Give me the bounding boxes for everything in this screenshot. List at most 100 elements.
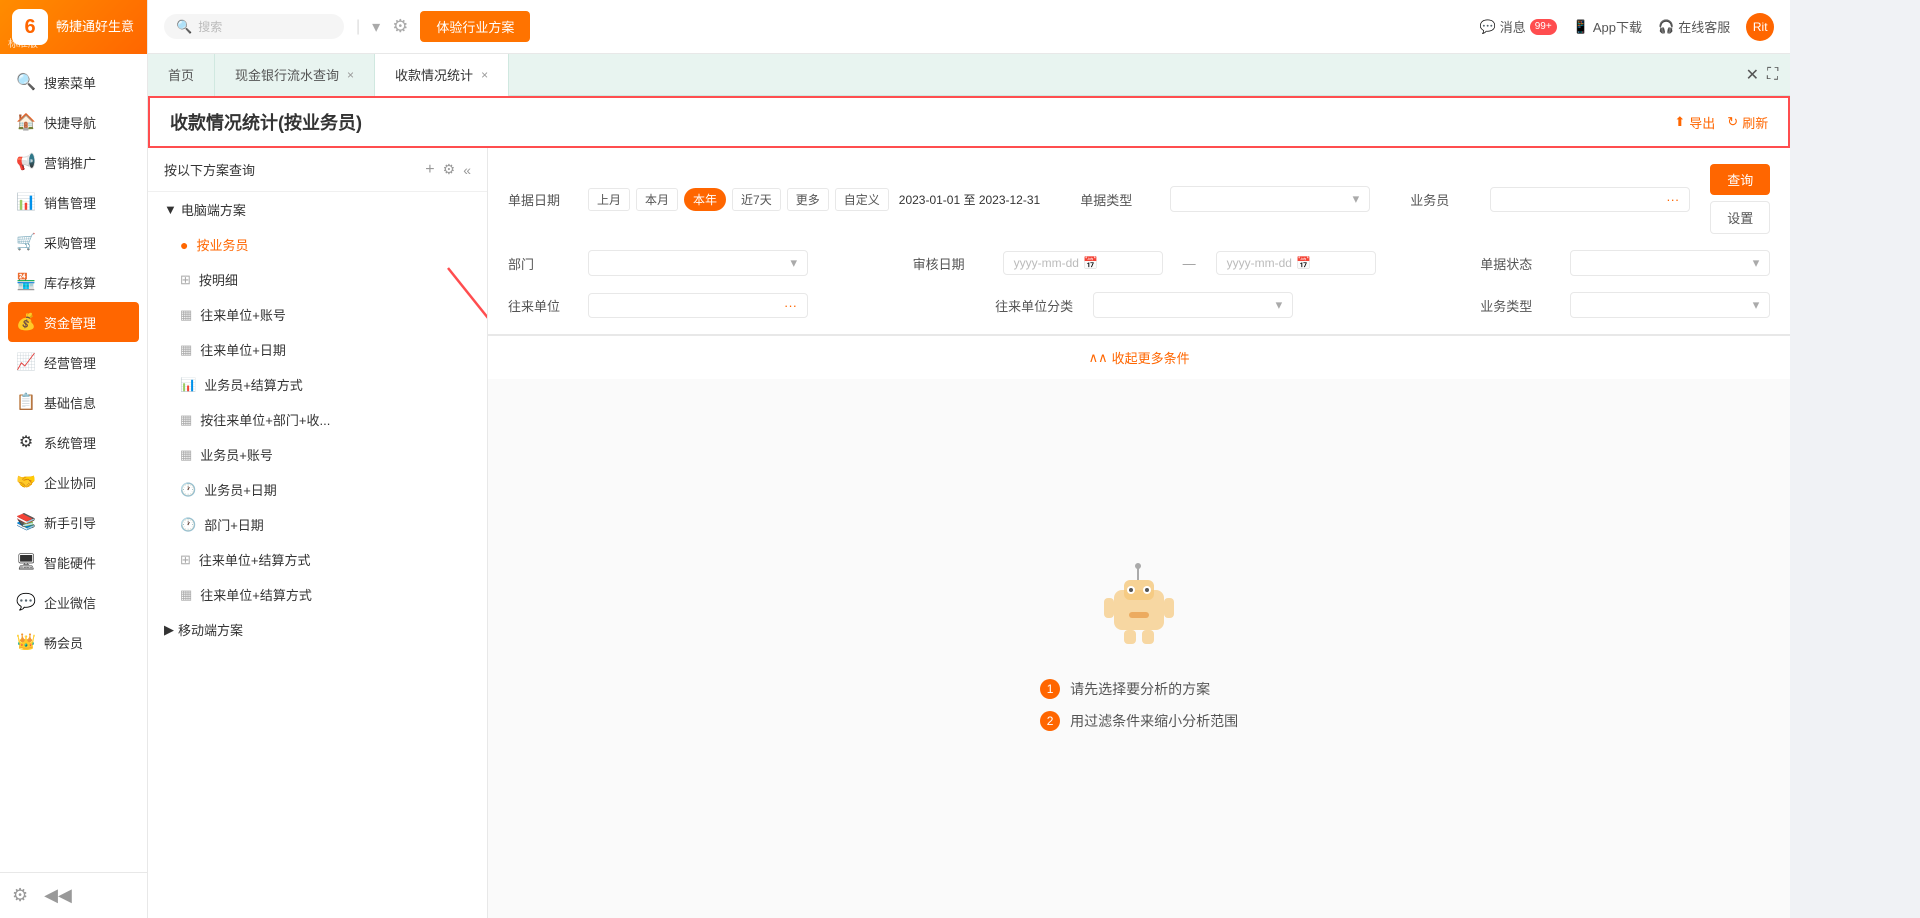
scheme-partner-settle2-label: 往来单位+结算方式	[200, 585, 312, 604]
sidebar-bottom: ⚙ ◀◀	[0, 872, 147, 918]
scheme-item-partner-account[interactable]: ▦ 往来单位+账号	[148, 297, 487, 332]
doc-type-select[interactable]: ▾	[1170, 186, 1370, 212]
tab-collection-stats-close[interactable]: ×	[481, 68, 488, 82]
collapse-sidebar-icon[interactable]: ◀◀	[44, 885, 72, 906]
step-2-num: 2	[1040, 711, 1060, 731]
sidebar-item-sales[interactable]: 📊 销售管理	[0, 182, 147, 222]
tab-collection-stats[interactable]: 收款情况统计 ×	[375, 54, 509, 96]
maximize-tab-icon[interactable]: ⛶	[1767, 66, 1778, 84]
mobile-section[interactable]: ▶ 移动端方案	[148, 612, 487, 647]
mobile-expand-icon: ▶	[164, 622, 174, 638]
sidebar-item-member[interactable]: 👑 畅会员	[0, 622, 147, 662]
biz-type-filter-label: 业务类型	[1480, 296, 1550, 315]
tab-home-label: 首页	[168, 65, 194, 84]
marketing-nav-icon: 📢	[16, 152, 36, 172]
add-scheme-icon[interactable]: +	[425, 161, 434, 179]
detail-icon: ⊞	[180, 272, 191, 288]
service-label: 在线客服	[1678, 17, 1730, 36]
topbar-divider: |	[356, 18, 360, 36]
query-button[interactable]: 查询	[1710, 164, 1770, 195]
scheme-item-salesperson-date[interactable]: 🕐 业务员+日期	[148, 472, 487, 507]
tab-bank-flow[interactable]: 现金银行流水查询 ×	[215, 54, 375, 96]
partner-select[interactable]: ···	[588, 293, 808, 318]
service-icon: 🎧	[1658, 19, 1674, 35]
messages-button[interactable]: 💬 消息 99+	[1480, 17, 1557, 36]
sidebar-item-collab[interactable]: 🤝 企业协同	[0, 462, 147, 502]
doc-status-select[interactable]: ▾	[1570, 250, 1770, 276]
partner-account-icon: ▦	[180, 307, 192, 323]
salesperson-dots[interactable]: ···	[1666, 192, 1679, 207]
logo-text: 畅捷通好生意	[56, 19, 134, 35]
guide-nav-icon: 📚	[16, 512, 36, 532]
sidebar-item-finance[interactable]: 💰 资金管理	[8, 302, 139, 342]
refresh-button[interactable]: ↻ 刷新	[1727, 113, 1768, 132]
system-nav-icon: ⚙	[16, 432, 36, 452]
main-content: 🔍 搜索 | ▾ ⚙ 体验行业方案 💬 消息 99+ 📱 App下载	[148, 0, 1790, 918]
partner-dots[interactable]: ···	[784, 298, 797, 313]
doc-status-filter-label: 单据状态	[1480, 254, 1550, 273]
scheme-item-salesperson[interactable]: ● 按业务员	[148, 227, 487, 262]
scheme-item-detail[interactable]: ⊞ 按明细	[148, 262, 487, 297]
biz-type-select[interactable]: ▾	[1570, 292, 1770, 318]
online-service-button[interactable]: 🎧 在线客服	[1658, 17, 1730, 36]
date-btn-last-month[interactable]: 上月	[588, 188, 630, 211]
scheme-settings-icon[interactable]: ⚙	[443, 161, 456, 178]
settings-bottom-icon[interactable]: ⚙	[12, 885, 28, 906]
date-btn-this-month[interactable]: 本月	[636, 188, 678, 211]
edition-badge: 标准版	[8, 35, 38, 50]
settings-button[interactable]: 设置	[1710, 201, 1770, 234]
collapse-panel-icon[interactable]: «	[463, 162, 471, 178]
close-tab-icon[interactable]: ✕	[1746, 65, 1759, 85]
sidebar-item-basic[interactable]: 📋 基础信息	[0, 382, 147, 422]
dept-select[interactable]: ▾	[588, 250, 808, 276]
export-icon: ⬆	[1674, 114, 1685, 130]
partner-category-select[interactable]: ▾	[1093, 292, 1293, 318]
sidebar-item-quicknav[interactable]: 🏠 快捷导航	[0, 102, 147, 142]
sidebar-item-marketing-label: 营销推广	[44, 153, 96, 172]
settings-icon[interactable]: ⚙	[392, 16, 408, 37]
scheme-item-partner-date[interactable]: ▦ 往来单位+日期	[148, 332, 487, 367]
export-button[interactable]: ⬆ 导出	[1674, 113, 1715, 132]
scheme-item-partner-dept[interactable]: ▦ 按往来单位+部门+收...	[148, 402, 487, 437]
date-btn-custom[interactable]: 自定义	[835, 188, 889, 211]
scheme-item-partner-settle1[interactable]: ⊞ 往来单位+结算方式	[148, 542, 487, 577]
sidebar-item-inventory[interactable]: 🏪 库存核算	[0, 262, 147, 302]
sidebar-item-wechat[interactable]: 💬 企业微信	[0, 582, 147, 622]
app-download-button[interactable]: 📱 App下载	[1573, 17, 1642, 36]
scheme-item-salesperson-account[interactable]: ▦ 业务员+账号	[148, 437, 487, 472]
scheme-item-salesperson-settle[interactable]: 📊 业务员+结算方式	[148, 367, 487, 402]
date-filter-label: 单据日期	[508, 190, 568, 209]
topbar-search[interactable]: 🔍 搜索	[164, 14, 344, 39]
sidebar-item-marketing[interactable]: 📢 营销推广	[0, 142, 147, 182]
scheme-button[interactable]: 体验行业方案	[420, 11, 530, 42]
sidebar-item-operation[interactable]: 📈 经营管理	[0, 342, 147, 382]
sidebar: 6 畅捷通好生意 标准版 🔍 搜索菜单 🏠 快捷导航 📢 营销推广 📊 销售管理	[0, 0, 148, 918]
tab-home[interactable]: 首页	[148, 54, 215, 96]
sidebar-item-purchase[interactable]: 🛒 采购管理	[0, 222, 147, 262]
date-btn-more[interactable]: 更多	[787, 188, 829, 211]
review-date-end[interactable]: yyyy-mm-dd 📅	[1216, 251, 1376, 275]
desktop-section[interactable]: ▼ 电脑端方案	[148, 192, 487, 227]
tab-bank-flow-close[interactable]: ×	[347, 68, 354, 82]
sidebar-item-system[interactable]: ⚙ 系统管理	[0, 422, 147, 462]
scheme-item-dept-date[interactable]: 🕐 部门+日期	[148, 507, 487, 542]
search-icon: 🔍	[176, 19, 192, 35]
dropdown-icon[interactable]: ▾	[372, 17, 380, 37]
collapse-bar[interactable]: ∧∧ 收起更多条件	[488, 335, 1790, 379]
review-date-start[interactable]: yyyy-mm-dd 📅	[1003, 251, 1163, 275]
sidebar-nav: 🔍 搜索菜单 🏠 快捷导航 📢 营销推广 📊 销售管理 🛒 采购管理 🏪	[0, 54, 147, 872]
date-btn-this-year[interactable]: 本年	[684, 188, 726, 211]
sidebar-item-hardware[interactable]: 🖥 智能硬件	[0, 542, 147, 582]
user-avatar[interactable]: Rit	[1746, 13, 1774, 41]
date-btn-7days[interactable]: 近7天	[732, 188, 781, 211]
sidebar-item-finance-label: 资金管理	[44, 313, 96, 332]
scheme-item-partner-settle2[interactable]: ▦ 往来单位+结算方式	[148, 577, 487, 612]
sidebar-logo: 6 畅捷通好生意 标准版	[0, 0, 147, 54]
sidebar-item-search[interactable]: 🔍 搜索菜单	[0, 62, 147, 102]
collapse-bar-label: 收起更多条件	[1112, 348, 1190, 367]
empty-steps-list: 1 请先选择要分析的方案 2 用过滤条件来缩小分析范围	[1040, 679, 1238, 743]
partner-dept-icon: ▦	[180, 412, 192, 428]
empty-step-2: 2 用过滤条件来缩小分析范围	[1040, 711, 1238, 731]
sidebar-item-guide[interactable]: 📚 新手引导	[0, 502, 147, 542]
salesperson-select[interactable]: ···	[1490, 187, 1690, 212]
